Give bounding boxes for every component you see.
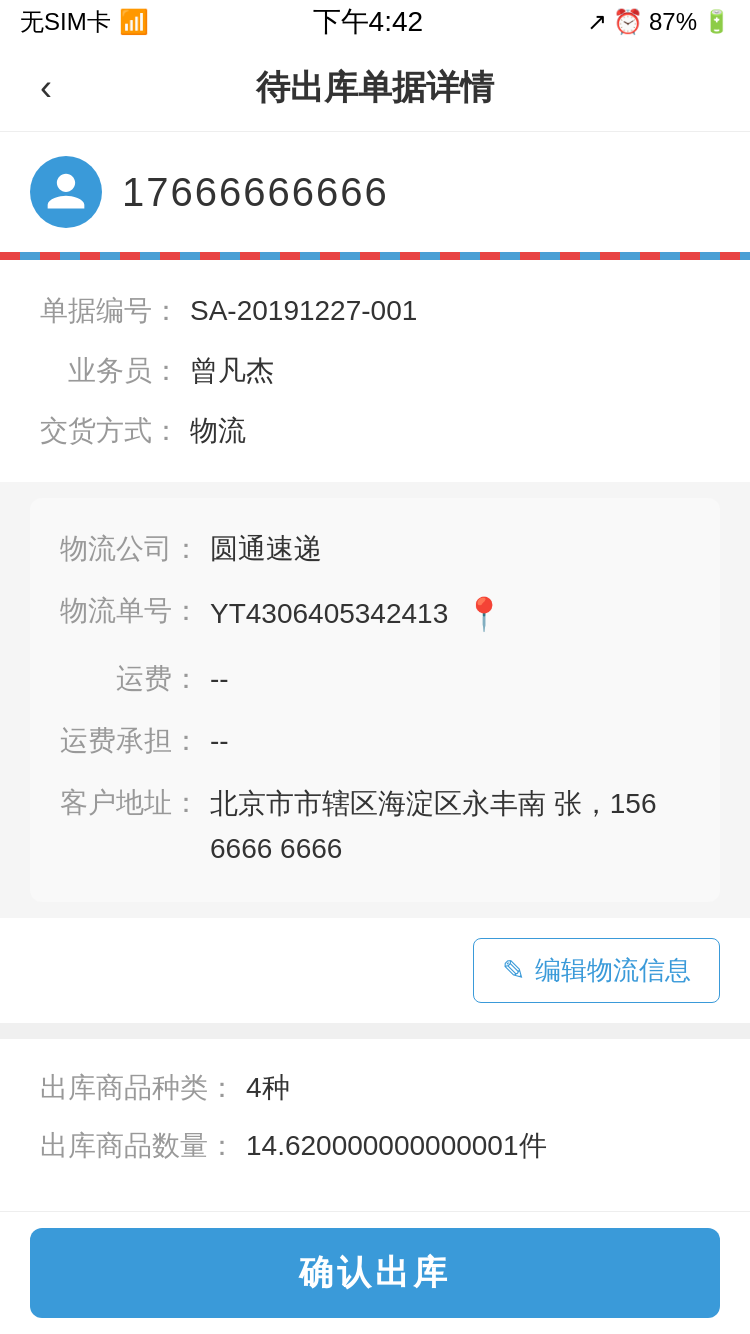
edit-btn-row: ✎ 编辑物流信息 [0,918,750,1023]
address-row: 客户地址： 北京市市辖区海淀区永丰南 张，156 6666 6666 [60,782,690,872]
freight-bearer-label: 运费承担： [60,720,200,762]
status-time: 下午4:42 [313,3,424,41]
order-no-value: SA-20191227-001 [190,290,710,332]
confirm-btn-wrapper: 确认出库 [0,1211,750,1334]
salesman-label: 业务员： [40,350,180,392]
goods-section: 出库商品种类： 4种 出库商品数量： 14.620000000000001件 [0,1039,750,1195]
company-row: 物流公司： 圆通速递 [60,528,690,570]
tracking-label: 物流单号： [60,590,200,632]
freight-label: 运费： [60,658,200,700]
carrier-text: 无SIM卡 [20,6,111,38]
address-label: 客户地址： [60,782,200,824]
battery-icon: 🔋 [703,9,730,35]
freight-value: -- [210,658,690,700]
page-title: 待出库单据详情 [256,65,494,111]
dashed-divider [0,252,750,260]
goods-type-value: 4种 [246,1069,290,1107]
delivery-label: 交货方式： [40,410,180,452]
freight-row: 运费： -- [60,658,690,700]
status-bar: 无SIM卡 📶 下午4:42 ↗ ⏰ 87% 🔋 [0,0,750,44]
logistics-card: 物流公司： 圆通速递 物流单号： YT43064053424​13 📍 运费： … [30,498,720,902]
delivery-row: 交货方式： 物流 [40,410,710,452]
avatar [30,156,102,228]
customer-phone: 17666666666 [122,170,389,215]
edit-btn-label: 编辑物流信息 [535,953,691,988]
status-right: ↗ ⏰ 87% 🔋 [587,8,730,36]
customer-section: 17666666666 [0,132,750,252]
status-left: 无SIM卡 📶 [20,6,149,38]
wifi-icon: 📶 [119,8,149,36]
back-button[interactable]: ‹ [30,57,62,119]
tracking-value: YT43064053424​13 📍 [210,590,690,638]
location-status-icon: ↗ [587,8,607,36]
edit-logistics-button[interactable]: ✎ 编辑物流信息 [473,938,720,1003]
order-info-section: 单据编号： SA-20191227-001 业务员： 曾凡杰 交货方式： 物流 [0,260,750,482]
person-icon [44,170,88,214]
confirm-outbound-button[interactable]: 确认出库 [30,1228,720,1318]
address-value: 北京市市辖区海淀区永丰南 张，156 6666 6666 [210,782,690,872]
salesman-row: 业务员： 曾凡杰 [40,350,710,392]
delivery-value: 物流 [190,410,710,452]
goods-quantity-label: 出库商品数量： [40,1127,236,1165]
alarm-icon: ⏰ [613,8,643,36]
map-location-icon[interactable]: 📍 [464,590,504,638]
goods-type-row: 出库商品种类： 4种 [40,1069,710,1107]
edit-icon: ✎ [502,954,525,987]
battery-text: 87% [649,8,697,36]
order-no-label: 单据编号： [40,290,180,332]
freight-bearer-row: 运费承担： -- [60,720,690,762]
goods-quantity-row: 出库商品数量： 14.620000000000001件 [40,1127,710,1165]
company-label: 物流公司： [60,528,200,570]
goods-type-label: 出库商品种类： [40,1069,236,1107]
freight-bearer-value: -- [210,720,690,762]
company-value: 圆通速递 [210,528,690,570]
tracking-row: 物流单号： YT43064053424​13 📍 [60,590,690,638]
order-no-row: 单据编号： SA-20191227-001 [40,290,710,332]
section-divider [0,1023,750,1039]
nav-bar: ‹ 待出库单据详情 [0,44,750,132]
goods-quantity-value: 14.620000000000001件 [246,1127,547,1165]
salesman-value: 曾凡杰 [190,350,710,392]
